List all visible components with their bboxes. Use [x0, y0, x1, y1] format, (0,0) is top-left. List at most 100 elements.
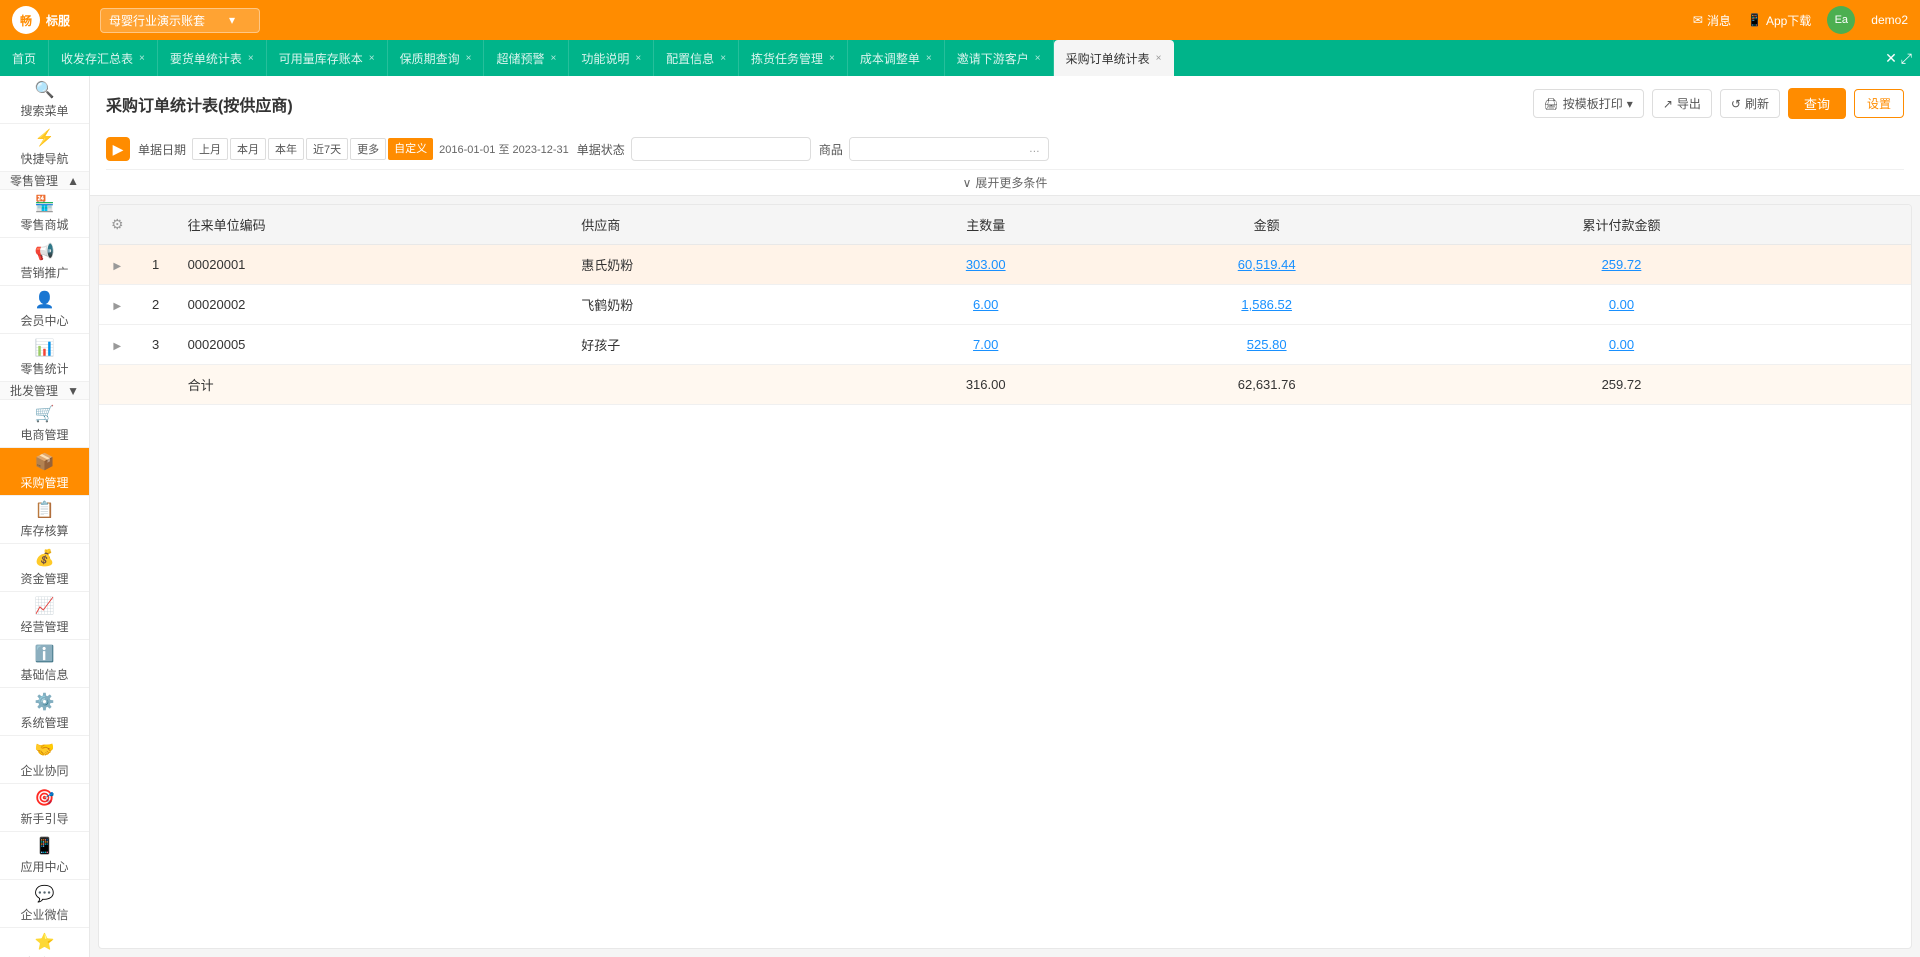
close-icon[interactable]: × — [635, 53, 641, 64]
tab-cost-adjust[interactable]: 成本调整单 × — [848, 40, 945, 76]
row-supplier-name: 飞鹤奶粉 — [569, 285, 862, 325]
close-icon[interactable]: × — [248, 53, 254, 64]
mall-icon: 🏪 — [35, 194, 55, 214]
row-settings-cell: ▶ — [99, 325, 136, 365]
sidebar-item-ecommerce[interactable]: 🛒 电商管理 — [0, 400, 89, 448]
sidebar-item-retail-mall[interactable]: 🏪 零售商城 — [0, 190, 89, 238]
sidebar-item-wechat[interactable]: 💬 企业微信 — [0, 880, 89, 928]
avatar[interactable]: Ea — [1827, 6, 1855, 34]
more-options-btn[interactable]: … — [1021, 141, 1048, 157]
row-paid-amount[interactable]: 0.00 — [1425, 325, 1819, 365]
query-button[interactable]: 查询 — [1788, 88, 1846, 119]
username-label: demo2 — [1871, 13, 1908, 27]
tab-label: 保质期查询 — [400, 50, 460, 67]
sidebar-item-vip[interactable]: ⭐ 畅会员 — [0, 928, 89, 957]
settings-button[interactable]: 设置 — [1854, 89, 1904, 118]
expand-more-bar[interactable]: ∨ 展开更多条件 — [106, 169, 1904, 195]
row-amount[interactable]: 525.80 — [1109, 325, 1425, 365]
query-label: 查询 — [1804, 97, 1830, 112]
tab-purchase-summary[interactable]: 采购订单统计表 × — [1054, 40, 1175, 76]
sidebar-item-search[interactable]: 🔍 搜索菜单 — [0, 76, 89, 124]
page-title-row: 采购订单统计表(按供应商) 🖨 按模板打印 ▾ ↗ 导出 ↺ 刷新 — [106, 88, 1904, 119]
status-filter-select[interactable] — [631, 137, 811, 161]
row-supplier-code: 00020005 — [176, 325, 570, 365]
sidebar-item-basic-info[interactable]: ℹ️ 基础信息 — [0, 640, 89, 688]
app-download-button[interactable]: 📱 App下载 — [1747, 12, 1811, 29]
row-amount[interactable]: 60,519.44 — [1109, 245, 1425, 285]
goods-filter-label: 商品 — [819, 141, 843, 158]
gear-icon[interactable]: ⚙ — [111, 216, 124, 232]
sidebar-item-retail-stats[interactable]: 📊 零售统计 — [0, 334, 89, 382]
row-paid-amount[interactable]: 259.72 — [1425, 245, 1819, 285]
tab-label: 邀请下游客户 — [957, 50, 1029, 67]
tab-invite-downstream[interactable]: 邀请下游客户 × — [945, 40, 1054, 76]
close-icon[interactable]: × — [1156, 53, 1162, 64]
tab-order-summary[interactable]: 要货单统计表 × — [158, 40, 267, 76]
close-icon[interactable]: × — [139, 53, 145, 64]
nav-close-icon[interactable]: ✕ — [1885, 50, 1897, 67]
sidebar-item-member[interactable]: 👤 会员中心 — [0, 286, 89, 334]
date-last-month-btn[interactable]: 上月 — [192, 138, 228, 160]
close-icon[interactable]: × — [1035, 53, 1041, 64]
row-main-qty[interactable]: 7.00 — [863, 325, 1109, 365]
sidebar-item-operations[interactable]: 📈 经营管理 — [0, 592, 89, 640]
close-icon[interactable]: × — [829, 53, 835, 64]
nav-tabs-controls: ✕ ⤢ — [1885, 50, 1920, 67]
close-icon[interactable]: × — [926, 53, 932, 64]
sidebar-item-inventory[interactable]: 📋 库存核算 — [0, 496, 89, 544]
expand-arrow-icon[interactable]: ▶ — [113, 341, 121, 352]
date-more-btn[interactable]: 更多 — [350, 138, 386, 160]
close-icon[interactable]: × — [369, 53, 375, 64]
row-main-qty[interactable]: 303.00 — [863, 245, 1109, 285]
goods-filter-input[interactable] — [850, 138, 1021, 160]
tab-function-desc[interactable]: 功能说明 × — [569, 40, 654, 76]
tab-home[interactable]: 首页 — [0, 40, 49, 76]
sidebar-label: 库存核算 — [20, 522, 68, 539]
table-row: ▶ 1 00020001 惠氏奶粉 303.00 60,519.44 259.7… — [99, 245, 1911, 285]
sidebar-label: 电商管理 — [20, 426, 68, 443]
message-button[interactable]: ✉ 消息 — [1693, 12, 1731, 29]
row-main-qty[interactable]: 6.00 — [863, 285, 1109, 325]
tab-overstock[interactable]: 超储预警 × — [484, 40, 569, 76]
row-index: 3 — [136, 325, 176, 365]
tab-config[interactable]: 配置信息 × — [654, 40, 739, 76]
date-custom-badge[interactable]: 自定义 — [388, 138, 433, 160]
sidebar-label: 新手引导 — [20, 810, 68, 827]
sidebar-item-finance[interactable]: 💰 资金管理 — [0, 544, 89, 592]
sidebar-item-enterprise[interactable]: 🤝 企业协同 — [0, 736, 89, 784]
sidebar-item-system[interactable]: ⚙️ 系统管理 — [0, 688, 89, 736]
row-paid-amount[interactable]: 0.00 — [1425, 285, 1819, 325]
tab-collect-dispatch[interactable]: 收发存汇总表 × — [49, 40, 158, 76]
sidebar-item-quicknav[interactable]: ⚡ 快捷导航 — [0, 124, 89, 172]
expand-arrow-icon[interactable]: ▶ — [113, 261, 121, 272]
expand-arrow-icon[interactable]: ▶ — [113, 301, 121, 312]
sidebar-item-newguide[interactable]: 🎯 新手引导 — [0, 784, 89, 832]
guide-icon: 🎯 — [35, 788, 55, 808]
date-this-year-btn[interactable]: 本年 — [268, 138, 304, 160]
date-this-month-btn[interactable]: 本月 — [230, 138, 266, 160]
tab-pick-task[interactable]: 拣货任务管理 × — [739, 40, 848, 76]
date-7days-btn[interactable]: 近7天 — [306, 138, 348, 160]
sidebar-item-appcenter[interactable]: 📱 应用中心 — [0, 832, 89, 880]
col-supplier-code: 往来单位编码 — [176, 205, 570, 245]
sidebar-section-retail[interactable]: 零售管理 ▲ — [0, 172, 89, 190]
close-icon[interactable]: × — [466, 53, 472, 64]
print-button[interactable]: 🖨 按模板打印 ▾ — [1533, 89, 1644, 118]
nav-maximize-icon[interactable]: ⤢ — [1901, 50, 1912, 67]
row-amount[interactable]: 1,586.52 — [1109, 285, 1425, 325]
tab-expiry-query[interactable]: 保质期查询 × — [388, 40, 485, 76]
export-button[interactable]: ↗ 导出 — [1652, 89, 1712, 118]
page-actions: 🖨 按模板打印 ▾ ↗ 导出 ↺ 刷新 查询 — [1533, 88, 1904, 119]
close-icon[interactable]: × — [550, 53, 556, 64]
sidebar-item-marketing[interactable]: 📢 营销推广 — [0, 238, 89, 286]
workspace-selector[interactable]: 母婴行业演示账套 ▾ — [100, 8, 260, 33]
sidebar-section-wholesale[interactable]: 批发管理 ▼ — [0, 382, 89, 400]
refresh-button[interactable]: ↺ 刷新 — [1720, 89, 1780, 118]
close-icon[interactable]: × — [720, 53, 726, 64]
tab-available-stock[interactable]: 可用量库存账本 × — [267, 40, 388, 76]
ecommerce-icon: 🛒 — [35, 404, 55, 424]
filter-toggle-button[interactable]: ▶ — [106, 137, 130, 161]
sidebar-item-purchase[interactable]: 📦 采购管理 — [0, 448, 89, 496]
purchase-icon: 📦 — [35, 452, 55, 472]
system-icon: ⚙️ — [35, 692, 55, 712]
